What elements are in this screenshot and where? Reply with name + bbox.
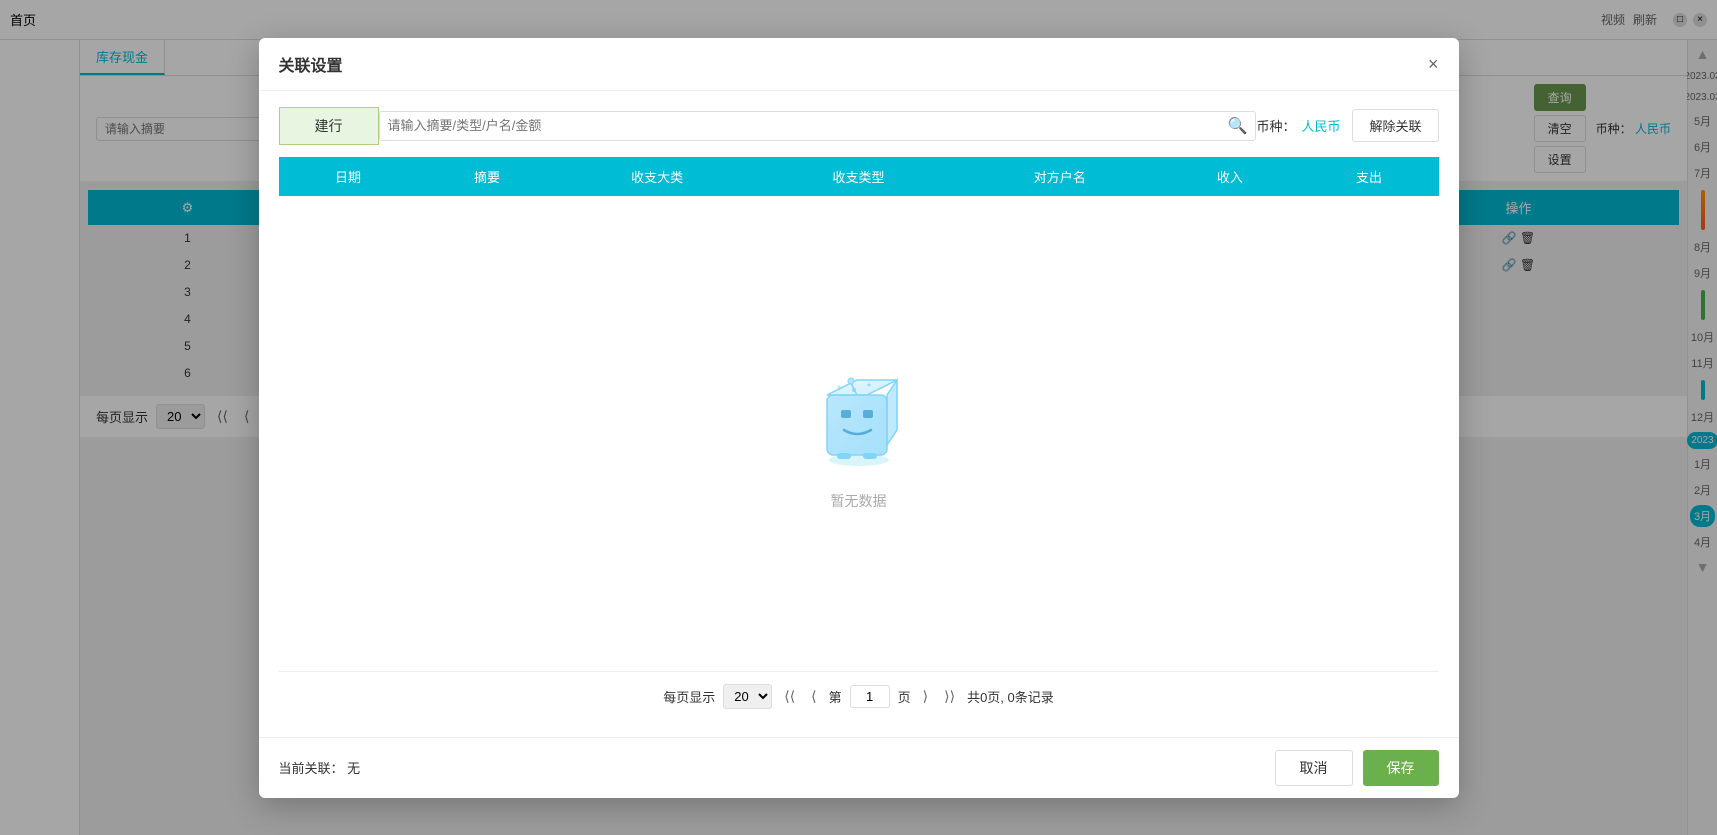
modal-pagination: 每页显示 20 ⟨⟨ ⟨ 第 页 ⟩ ⟩⟩ 共0页, 0条记录 <box>279 671 1439 721</box>
modal-footer: 当前关联： 无 取消 保存 <box>259 737 1459 798</box>
bank-tab-ccb[interactable]: 建行 <box>279 107 379 145</box>
modal-col-counterpart: 对方户名 <box>959 157 1160 196</box>
modal-page-first-btn[interactable]: ⟨⟨ <box>780 686 799 707</box>
modal-overlay: 关联设置 × 建行 🔍 币种： 人民币 解除关联 <box>0 0 1717 835</box>
modal-body: 建行 🔍 币种： 人民币 解除关联 日期 摘要 收支大类 <box>259 91 1459 737</box>
modal-col-expense: 支出 <box>1299 157 1438 196</box>
modal-col-income: 收入 <box>1160 157 1299 196</box>
modal-page-suffix: 页 <box>898 687 911 706</box>
modal-search-input[interactable] <box>388 118 1228 133</box>
save-button[interactable]: 保存 <box>1363 750 1439 786</box>
modal-col-date: 日期 <box>279 157 418 196</box>
modal-table: 日期 摘要 收支大类 收支类型 对方户名 收入 支出 <box>279 157 1439 196</box>
modal-col-type: 收支类型 <box>758 157 959 196</box>
empty-state-icon <box>799 355 919 475</box>
modal-page-prev-btn[interactable]: ⟨ <box>807 686 820 707</box>
empty-text: 暂无数据 <box>831 491 887 511</box>
association-settings-modal: 关联设置 × 建行 🔍 币种： 人民币 解除关联 <box>259 38 1459 798</box>
search-icon[interactable]: 🔍 <box>1228 116 1248 136</box>
modal-per-page-select[interactable]: 20 <box>723 684 772 709</box>
modal-total-info: 共0页, 0条记录 <box>967 687 1054 706</box>
modal-header: 关联设置 × <box>259 38 1459 91</box>
modal-page-next-btn[interactable]: ⟩ <box>919 686 932 707</box>
modal-page-input[interactable] <box>850 685 890 708</box>
modal-page-label: 第 <box>829 687 842 706</box>
modal-page-last-btn[interactable]: ⟩⟩ <box>940 686 959 707</box>
modal-title: 关联设置 <box>279 52 343 76</box>
current-link-label: 当前关联： 无 <box>279 758 361 777</box>
modal-col-summary: 摘要 <box>418 157 557 196</box>
modal-close-btn[interactable]: × <box>1428 55 1439 73</box>
footer-buttons: 取消 保存 <box>1275 750 1439 786</box>
modal-per-page-label: 每页显示 <box>663 687 715 706</box>
modal-col-category: 收支大类 <box>557 157 758 196</box>
modal-currency: 币种： 人民币 <box>1256 116 1340 135</box>
empty-state: 暂无数据 <box>279 196 1439 671</box>
cancel-button[interactable]: 取消 <box>1275 750 1353 786</box>
bank-tab-row: 建行 🔍 币种： 人民币 解除关联 <box>279 107 1439 145</box>
unlink-button[interactable]: 解除关联 <box>1352 109 1438 142</box>
search-row: 🔍 <box>379 111 1257 141</box>
